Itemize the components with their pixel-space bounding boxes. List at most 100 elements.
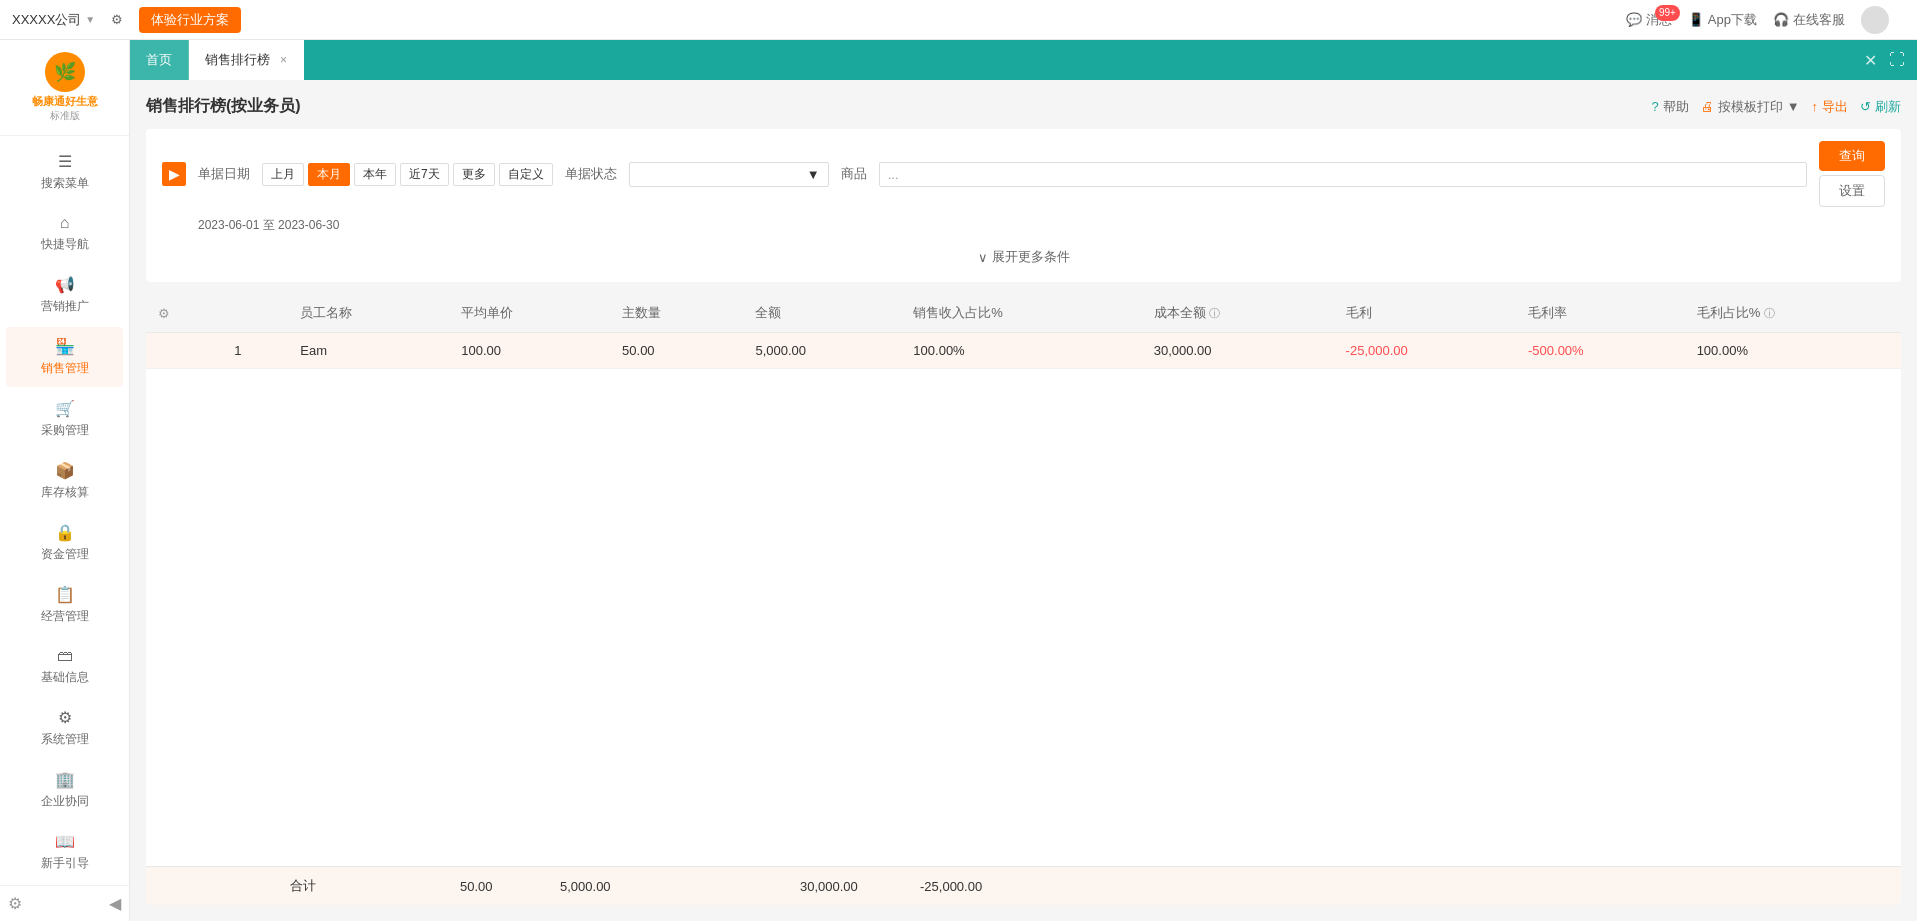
cell-sales-ratio: 100.00% <box>901 333 1141 369</box>
date-btn-current-year[interactable]: 本年 <box>354 163 396 186</box>
tab-maximize-icon[interactable]: ⛶ <box>1889 51 1905 69</box>
sidebar: 🌿 畅康通好生意 标准版 ☰ 搜索菜单 ⌂ 快捷导航 📢 营销推广 🏪 销售管理 <box>0 40 130 921</box>
cell-cost: 30,000.00 <box>1142 333 1334 369</box>
cell-settings <box>146 333 222 369</box>
date-btn-7days[interactable]: 近7天 <box>400 163 449 186</box>
tab-bar: 首页 销售排行榜 × ✕ ⛶ <box>130 40 1917 80</box>
company-selector[interactable]: XXXXX公司 ▼ <box>12 11 95 29</box>
sidebar-item-label: 销售管理 <box>41 360 89 377</box>
cell-quantity: 50.00 <box>610 333 743 369</box>
status-select[interactable]: ▼ <box>629 162 829 187</box>
tab-close-window-icon[interactable]: ✕ <box>1864 51 1877 70</box>
app-header: XXXXX公司 ▼ ⚙ 体验行业方案 💬 消息 99+ 📱 App下载 🎧 在线… <box>0 0 1917 40</box>
main-container: 🌿 畅康通好生意 标准版 ☰ 搜索菜单 ⌂ 快捷导航 📢 营销推广 🏪 销售管理 <box>0 40 1917 921</box>
purchase-icon: 🛒 <box>55 399 75 418</box>
basic-info-icon: 🗃 <box>57 647 73 665</box>
query-button[interactable]: 查询 <box>1819 141 1885 171</box>
sidebar-item-label: 搜索菜单 <box>41 175 89 192</box>
sidebar-settings-icon[interactable]: ⚙ <box>8 894 22 913</box>
header-right: 💬 消息 99+ 📱 App下载 🎧 在线客服 <box>1626 6 1905 34</box>
trial-button[interactable]: 体验行业方案 <box>139 7 241 33</box>
sidebar-collapse-icon[interactable]: ◀ <box>109 894 121 913</box>
filter-expand-arrow[interactable]: ▶ <box>162 162 186 186</box>
date-label: 单据日期 <box>198 165 250 183</box>
sidebar-item-purchase[interactable]: 🛒 采购管理 <box>6 389 123 449</box>
sidebar-item-guide[interactable]: 📖 新手引导 <box>6 822 123 882</box>
guide-icon: 📖 <box>55 832 75 851</box>
date-buttons: 上月 本月 本年 近7天 更多 自定义 <box>262 163 553 186</box>
sidebar-item-label: 企业协同 <box>41 793 89 810</box>
goods-input[interactable]: ... <box>879 162 1807 187</box>
sidebar-item-label: 库存核算 <box>41 484 89 501</box>
tab-sales-ranking[interactable]: 销售排行榜 × <box>189 40 304 80</box>
headset-icon: 🎧 <box>1773 12 1789 27</box>
sidebar-item-finance[interactable]: 🔒 资金管理 <box>6 513 123 573</box>
status-label: 单据状态 <box>565 165 617 183</box>
sidebar-item-system[interactable]: ⚙ 系统管理 <box>6 698 123 758</box>
sidebar-item-label: 基础信息 <box>41 669 89 686</box>
tab-home[interactable]: 首页 <box>130 40 189 80</box>
date-btn-more[interactable]: 更多 <box>453 163 495 186</box>
sidebar-item-inventory[interactable]: 📦 库存核算 <box>6 451 123 511</box>
tab-actions: ✕ ⛶ <box>1852 40 1917 80</box>
col-settings[interactable]: ⚙ <box>146 294 222 333</box>
col-avg-price: 平均单价 <box>449 294 610 333</box>
page-actions: ? 帮助 🖨 按模板打印 ▼ ↑ 导出 ↺ 刷新 <box>1651 98 1901 116</box>
footer-cost: 30,000.00 <box>788 879 908 894</box>
help-button[interactable]: ? 帮助 <box>1651 98 1688 116</box>
sidebar-item-label: 系统管理 <box>41 731 89 748</box>
date-btn-prev-month[interactable]: 上月 <box>262 163 304 186</box>
page-header: 销售排行榜(按业务员) ? 帮助 🖨 按模板打印 ▼ ↑ 导出 <box>146 96 1901 117</box>
marketing-icon: 📢 <box>55 275 75 294</box>
filter-row-1: ▶ 单据日期 上月 本月 本年 近7天 更多 自定义 单据状态 <box>162 141 1885 207</box>
sidebar-item-quick-nav[interactable]: ⌂ 快捷导航 <box>6 204 123 263</box>
online-service-button[interactable]: 🎧 在线客服 <box>1773 11 1845 29</box>
message-button[interactable]: 💬 消息 99+ <box>1626 11 1672 29</box>
app-icon: 📱 <box>1688 12 1704 27</box>
cell-gross: -25,000.00 <box>1334 333 1516 369</box>
logo-text: 畅康通好生意 <box>32 94 98 109</box>
content-area: 首页 销售排行榜 × ✕ ⛶ 销售排行榜(按业务员) ? 帮助 <box>130 40 1917 921</box>
status-chevron-icon: ▼ <box>807 167 820 182</box>
tab-close-icon[interactable]: × <box>280 53 287 67</box>
col-amount: 全额 <box>743 294 901 333</box>
date-btn-current-month[interactable]: 本月 <box>308 163 350 186</box>
cost-info-icon[interactable]: ⓘ <box>1209 307 1220 319</box>
user-avatar[interactable] <box>1861 6 1889 34</box>
col-gross-ratio: 毛利占比% ⓘ <box>1685 294 1901 333</box>
system-icon: ⚙ <box>58 708 72 727</box>
sidebar-nav: ☰ 搜索菜单 ⌂ 快捷导航 📢 营销推广 🏪 销售管理 🛒 采购管理 📦 库 <box>0 136 129 885</box>
date-btn-custom[interactable]: 自定义 <box>499 163 553 186</box>
sidebar-bottom: ⚙ ◀ <box>0 885 129 921</box>
date-range-display: 2023-06-01 至 2023-06-30 <box>198 217 1885 234</box>
cell-gross-rate: -500.00% <box>1516 333 1685 369</box>
goods-label: 商品 <box>841 165 867 183</box>
sidebar-item-marketing[interactable]: 📢 营销推广 <box>6 265 123 325</box>
sidebar-item-enterprise[interactable]: 🏢 企业协同 <box>6 760 123 820</box>
tab-home-label: 首页 <box>146 51 172 69</box>
app-download-button[interactable]: 📱 App下载 <box>1688 11 1757 29</box>
action-buttons: 查询 设置 <box>1819 141 1885 207</box>
filter-area: ▶ 单据日期 上月 本月 本年 近7天 更多 自定义 单据状态 <box>146 129 1901 282</box>
sales-icon: 🏪 <box>55 337 75 356</box>
help-icon: ? <box>1651 99 1658 114</box>
page-title: 销售排行榜(按业务员) <box>146 96 301 117</box>
sidebar-item-search-order[interactable]: ☰ 搜索菜单 <box>6 142 123 202</box>
col-name: 员工名称 <box>288 294 449 333</box>
filter-settings-button[interactable]: 设置 <box>1819 175 1885 207</box>
expand-more-button[interactable]: ∨ 展开更多条件 <box>162 244 1885 270</box>
sidebar-item-basic-info[interactable]: 🗃 基础信息 <box>6 637 123 696</box>
sidebar-item-label: 营销推广 <box>41 298 89 315</box>
export-button[interactable]: ↑ 导出 <box>1812 98 1849 116</box>
template-print-button[interactable]: 🖨 按模板打印 ▼ <box>1701 98 1800 116</box>
header-settings-icon[interactable]: ⚙ <box>103 6 131 34</box>
logo-area: 🌿 畅康通好生意 标准版 <box>0 40 129 136</box>
sidebar-item-operations[interactable]: 📋 经营管理 <box>6 575 123 635</box>
gross-ratio-info-icon[interactable]: ⓘ <box>1764 307 1775 319</box>
search-order-icon: ☰ <box>58 152 72 171</box>
refresh-button[interactable]: ↺ 刷新 <box>1860 98 1901 116</box>
company-name: XXXXX公司 <box>12 11 81 29</box>
col-rank <box>222 294 288 333</box>
table-header: ⚙ 员工名称 平均单价 主数量 全额 销售收入占比% 成本全额 ⓘ 毛利 毛利率 <box>146 294 1901 333</box>
sidebar-item-sales[interactable]: 🏪 销售管理 <box>6 327 123 387</box>
